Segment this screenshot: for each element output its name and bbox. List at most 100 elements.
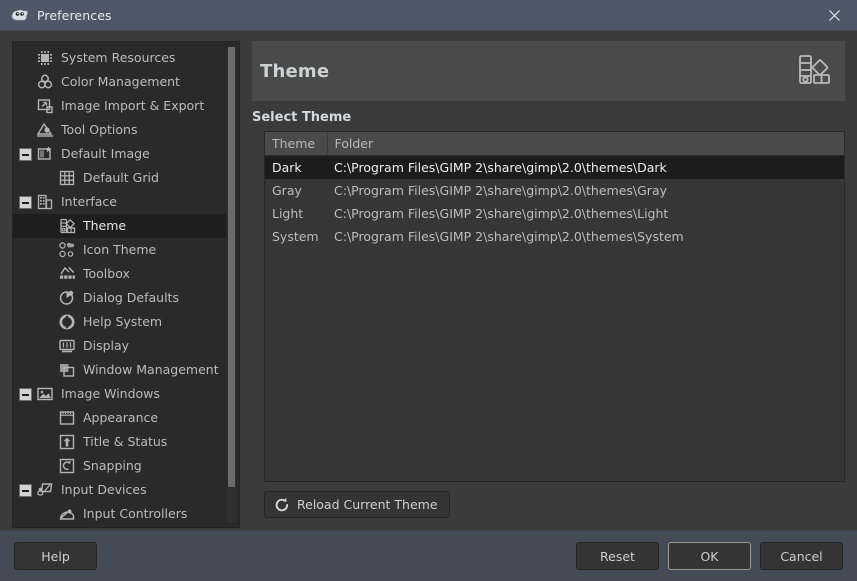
- sidebar-scrollbar[interactable]: [226, 45, 237, 524]
- dialog-body: System Resources Color Management Image Im…: [0, 31, 857, 530]
- sidebar-scrollbar-thumb[interactable]: [228, 47, 235, 487]
- sidebar-item-help-system[interactable]: Help System: [13, 310, 226, 334]
- sidebar-item-theme[interactable]: Theme: [13, 214, 226, 238]
- color-management-icon: [35, 72, 55, 92]
- sidebar-item-label: Default Image: [61, 145, 150, 161]
- appearance-icon: [57, 408, 77, 428]
- expander-collapse-icon[interactable]: [19, 195, 32, 209]
- reload-button-label: Reload Current Theme: [297, 497, 438, 512]
- sidebar-item-tool-options[interactable]: Tool Options: [13, 118, 226, 142]
- table-body: Dark C:\Program Files\GIMP 2\share\gimp\2…: [265, 155, 844, 248]
- sidebar-item-system-resources[interactable]: System Resources: [13, 46, 226, 70]
- sidebar-item-label: Tool Options: [61, 121, 138, 137]
- sidebar-item-title-status[interactable]: Title & Status: [13, 430, 226, 454]
- sidebar-item-icon-theme[interactable]: Icon Theme: [13, 238, 226, 262]
- reset-button[interactable]: Reset: [576, 542, 659, 570]
- cell-theme: System: [272, 228, 319, 244]
- theme-icon: [57, 216, 77, 236]
- snapping-icon: [57, 456, 77, 476]
- reload-row: Reload Current Theme: [264, 491, 845, 518]
- sidebar-item-input-devices[interactable]: Input Devices: [13, 478, 226, 502]
- sidebar-item-label: Toolbox: [83, 265, 130, 281]
- sidebar-item-interface[interactable]: Interface: [13, 190, 226, 214]
- icon-theme-icon: [57, 240, 77, 260]
- sidebar-item-default-image[interactable]: Default Image: [13, 142, 226, 166]
- column-header-folder[interactable]: Folder: [327, 132, 844, 156]
- title-bar: Preferences: [0, 0, 857, 31]
- dialog-defaults-icon: [57, 288, 77, 308]
- table-row[interactable]: Gray C:\Program Files\GIMP 2\share\gimp\2…: [265, 179, 844, 202]
- display-icon: [57, 336, 77, 356]
- sidebar-item-input-controllers[interactable]: Input Controllers: [13, 502, 226, 526]
- sidebar-item-label: Theme: [83, 217, 127, 233]
- dialog-footer: Help Reset OK Cancel: [0, 530, 857, 581]
- theme-list[interactable]: Theme Folder Dark C:\Program Files\GIMP 2…: [264, 131, 845, 482]
- table-row[interactable]: System C:\Program Files\GIMP 2\share\gimp…: [265, 225, 844, 248]
- interface-icon: [35, 192, 55, 212]
- page-title: Theme: [260, 60, 330, 82]
- default-image-icon: [35, 144, 55, 164]
- sidebar-item-default-grid[interactable]: Default Grid: [13, 166, 226, 190]
- column-header-theme[interactable]: Theme: [265, 132, 328, 156]
- sidebar-item-label: Input Devices: [61, 481, 147, 497]
- sidebar-item-label: Icon Theme: [83, 241, 157, 257]
- input-devices-icon: [35, 480, 55, 500]
- table-row[interactable]: Light C:\Program Files\GIMP 2\share\gimp\…: [265, 202, 844, 225]
- reload-current-theme-button[interactable]: Reload Current Theme: [264, 491, 450, 518]
- pane-header: Theme: [252, 41, 845, 101]
- cell-folder: C:\Program Files\GIMP 2\share\gimp\2.0\t…: [334, 205, 669, 221]
- theme-pane: Theme Select Theme Theme Folder Dark C:\…: [252, 41, 845, 528]
- sidebar-item-appearance[interactable]: Appearance: [13, 406, 226, 430]
- tool-options-icon: [35, 120, 55, 140]
- default-grid-icon: [57, 168, 77, 188]
- sidebar-item-window-management[interactable]: Window Management: [13, 358, 226, 382]
- cell-theme: Gray: [272, 182, 302, 198]
- sidebar-item-color-management[interactable]: Color Management: [13, 70, 226, 94]
- preferences-tree[interactable]: System Resources Color Management Image Im…: [12, 41, 240, 528]
- sidebar-item-display[interactable]: Display: [13, 334, 226, 358]
- sidebar-item-image-import-export[interactable]: Image Import & Export: [13, 94, 226, 118]
- expander-collapse-icon[interactable]: [19, 147, 32, 161]
- input-controllers-icon: [57, 504, 77, 524]
- system-resources-icon: [35, 48, 55, 68]
- sidebar-item-label: Image Import & Export: [61, 97, 205, 113]
- cell-folder: C:\Program Files\GIMP 2\share\gimp\2.0\t…: [334, 228, 684, 244]
- sidebar-item-label: Title & Status: [83, 433, 168, 449]
- sidebar-item-dialog-defaults[interactable]: Dialog Defaults: [13, 286, 226, 310]
- cancel-button[interactable]: Cancel: [760, 542, 843, 570]
- gimp-wilber-icon: [11, 7, 29, 23]
- expander-collapse-icon[interactable]: [19, 387, 32, 401]
- sidebar-item-label: Display: [83, 337, 130, 353]
- title-status-icon: [57, 432, 77, 452]
- help-system-icon: [57, 312, 77, 332]
- sidebar-item-label: Dialog Defaults: [83, 289, 179, 305]
- image-import-export-icon: [35, 96, 55, 116]
- sidebar-item-label: System Resources: [61, 49, 176, 65]
- image-windows-icon: [35, 384, 55, 404]
- sidebar-item-label: Snapping: [83, 457, 142, 473]
- table-header: Theme Folder: [265, 132, 844, 156]
- sidebar-item-label: Appearance: [83, 409, 159, 425]
- sidebar-item-snapping[interactable]: Snapping: [13, 454, 226, 478]
- sidebar-item-image-windows[interactable]: Image Windows: [13, 382, 226, 406]
- sidebar-item-label: Default Grid: [83, 169, 159, 185]
- theme-palette-icon: [794, 50, 836, 92]
- cell-theme: Light: [272, 205, 304, 221]
- sidebar-item-label: Window Management: [83, 361, 219, 377]
- sidebar-item-label: Image Windows: [61, 385, 160, 401]
- help-button[interactable]: Help: [14, 542, 97, 570]
- cell-folder: C:\Program Files\GIMP 2\share\gimp\2.0\t…: [334, 182, 668, 198]
- close-icon[interactable]: [811, 0, 857, 31]
- window-management-icon: [57, 360, 77, 380]
- ok-button[interactable]: OK: [668, 542, 751, 570]
- expander-collapse-icon[interactable]: [19, 483, 32, 497]
- cell-folder: C:\Program Files\GIMP 2\share\gimp\2.0\t…: [327, 155, 844, 179]
- toolbox-icon: [57, 264, 77, 284]
- theme-table: Theme Folder Dark C:\Program Files\GIMP 2…: [265, 132, 844, 248]
- table-row[interactable]: Dark C:\Program Files\GIMP 2\share\gimp\2…: [265, 155, 844, 179]
- tree-items-container: System Resources Color Management Image Im…: [13, 42, 226, 527]
- cell-theme: Dark: [265, 155, 327, 179]
- section-title: Select Theme: [252, 110, 352, 125]
- sidebar-item-toolbox[interactable]: Toolbox: [13, 262, 226, 286]
- table-header-row: Theme Folder: [265, 132, 844, 156]
